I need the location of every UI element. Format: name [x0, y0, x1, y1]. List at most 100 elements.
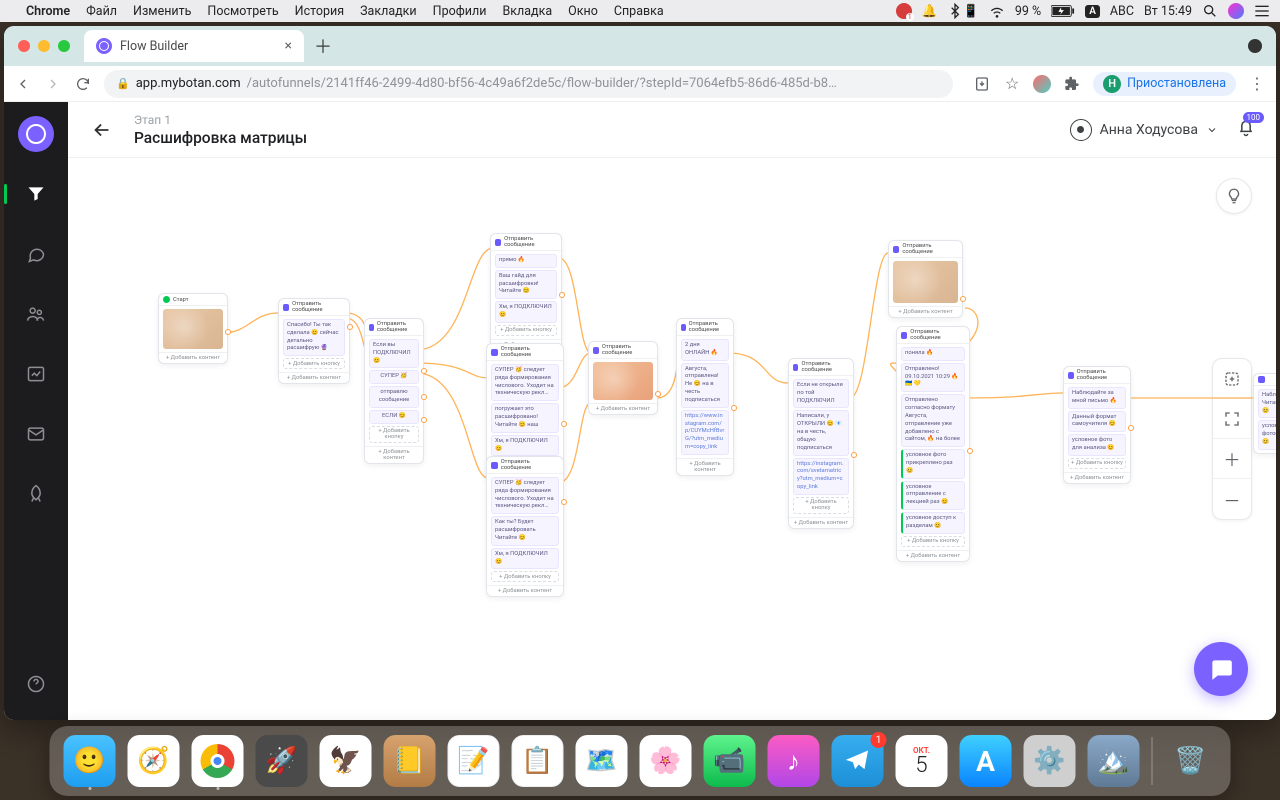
node-add-content[interactable]: + Добавить контент [487, 585, 563, 596]
intercom-fab[interactable] [1194, 642, 1248, 696]
tabstrip-overflow-icon[interactable] [1248, 39, 1262, 53]
spotlight-icon[interactable] [1202, 3, 1218, 19]
flow-node[interactable]: Отправить сообщение 2 дня ОНЛАЙН 🔥 Авгус… [676, 318, 734, 476]
sidebar-item-launch[interactable] [18, 476, 54, 512]
dock-music-icon[interactable]: ♪ [768, 735, 820, 787]
flow-node[interactable]: Отправить сообщение прямо 🔥 Ваш гайд для… [490, 233, 562, 351]
node-add-content[interactable]: + Добавить контент [159, 352, 227, 363]
dock-safari-icon[interactable]: 🧭 [128, 735, 180, 787]
status-notification-icon[interactable]: 🔔 [922, 4, 938, 19]
node-add-content[interactable]: + Добавить контент [365, 446, 423, 463]
tips-button[interactable] [1216, 178, 1252, 214]
dock-facetime-icon[interactable]: 📹 [704, 735, 756, 787]
flow-node[interactable]: Отправить сообщение Спасибо! Ты так сдел… [278, 298, 350, 384]
node-add-button[interactable]: + Добавить кнопку [491, 571, 559, 582]
bluetooth-icon[interactable]: 📱 [947, 3, 979, 19]
menu-tab[interactable]: Вкладка [502, 4, 552, 19]
node-add-button[interactable]: + Добавить кнопку [901, 536, 965, 547]
fullscreen-button[interactable] [1213, 399, 1251, 439]
notifications-button[interactable]: 100 [1236, 118, 1256, 142]
user-menu[interactable]: Анна Ходусова [1070, 119, 1218, 141]
node-add-content[interactable]: + Добавить контент [897, 550, 969, 561]
sidebar-item-help[interactable] [18, 666, 54, 702]
add-node-button[interactable] [1213, 359, 1251, 399]
dock-app-icon[interactable]: 🚀 [256, 735, 308, 787]
zoom-in-button[interactable]: ＋ [1213, 439, 1251, 479]
sidebar-item-funnel[interactable] [18, 176, 54, 212]
menu-profiles[interactable]: Профили [433, 4, 487, 19]
menu-edit[interactable]: Изменить [133, 4, 191, 19]
flow-node[interactable]: Отправить сообщение + Добавить контент [888, 240, 963, 318]
flow-node[interactable]: Отправить сообщение Наблюдайте за мной п… [1063, 366, 1131, 484]
menu-bookmarks[interactable]: Закладки [360, 4, 417, 19]
menu-window[interactable]: Окно [568, 4, 598, 19]
minimize-window-button[interactable] [38, 40, 50, 52]
zoom-out-button[interactable]: － [1213, 479, 1251, 519]
dock-chrome-icon[interactable] [192, 735, 244, 787]
back-button[interactable] [14, 75, 32, 93]
menu-file[interactable]: Файл [86, 4, 117, 19]
install-app-icon[interactable] [973, 75, 991, 93]
sidebar-item-mail[interactable] [18, 416, 54, 452]
clock[interactable]: Вт 15:49 [1144, 4, 1192, 19]
app-logo-icon[interactable] [18, 116, 54, 152]
node-add-content[interactable]: + Добавить контент [279, 372, 349, 383]
kebab-menu-icon[interactable]: ⋮ [1248, 75, 1266, 93]
siri-icon[interactable] [1228, 3, 1244, 19]
dock-telegram-icon[interactable]: 1 [832, 735, 884, 787]
flow-node[interactable]: Отправить сообщение + Добавить контент [588, 341, 658, 415]
dock-maps-icon[interactable]: 🗺️ [576, 735, 628, 787]
dock-trash-icon[interactable]: 🗑️ [1165, 735, 1217, 787]
flow-node-start[interactable]: Старт + Добавить контент [158, 293, 228, 364]
node-add-content[interactable]: + Добавить контент [677, 458, 733, 475]
node-add-button[interactable]: + Добавить кнопку [793, 497, 849, 514]
dock-photos-icon[interactable]: 🌸 [640, 735, 692, 787]
reload-button[interactable] [74, 75, 92, 93]
dock-finder-icon[interactable]: 🙂 [64, 735, 116, 787]
extensions-icon[interactable] [1063, 75, 1081, 93]
control-center-icon[interactable] [1254, 3, 1270, 19]
flow-node[interactable]: Отправить сообщение Если вы ПОДКЛЮЧИЛ 😊 … [364, 318, 424, 464]
dock-mail-icon[interactable]: 🦅 [320, 735, 372, 787]
menu-view[interactable]: Посмотреть [207, 4, 278, 19]
dock-contacts-icon[interactable]: 📒 [384, 735, 436, 787]
input-source-icon[interactable]: A [1085, 5, 1100, 18]
back-to-list-button[interactable] [88, 116, 116, 144]
address-bar[interactable]: 🔒 app.mybotan.com/autofunnels/2141ff46-2… [104, 70, 953, 98]
browser-tab[interactable]: Flow Builder × [84, 30, 304, 62]
profile-chip[interactable]: Н Приостановлена [1093, 72, 1236, 96]
flow-node[interactable]: Наблюдайте! Читайте 😊 условное фотографи… [1253, 373, 1276, 454]
menubar-app[interactable]: Chrome [26, 4, 70, 19]
close-window-button[interactable] [18, 40, 30, 52]
close-tab-button[interactable]: × [285, 38, 292, 54]
node-add-content[interactable]: + Добавить контент [889, 306, 962, 317]
node-add-content[interactable]: + Добавить контент [1064, 472, 1130, 483]
menu-help[interactable]: Справка [614, 4, 664, 19]
node-add-content[interactable]: + Добавить контент [789, 517, 853, 528]
flow-canvas[interactable]: ＋ － [68, 158, 1276, 720]
flow-node[interactable]: Отправить сообщение СУПЕР 🥳 следует ряда… [486, 456, 564, 597]
dock-settings-icon[interactable]: ⚙️ [1024, 735, 1076, 787]
sidebar-item-users[interactable] [18, 296, 54, 332]
flow-node[interactable]: Отправить сообщение поняла 🔥 Отправлено!… [896, 326, 970, 562]
forward-button[interactable] [44, 75, 62, 93]
dock-reminders-icon[interactable]: 📋 [512, 735, 564, 787]
dock-folder-icon[interactable]: 🏔️ [1088, 735, 1140, 787]
dock-notes-icon[interactable]: 📝 [448, 735, 500, 787]
node-add-button[interactable]: + Добавить кнопку [369, 426, 419, 443]
menu-history[interactable]: История [295, 4, 344, 19]
battery-icon[interactable] [1051, 5, 1075, 17]
flow-node[interactable]: Отправить сообщение Если не открыли по т… [788, 358, 854, 529]
bookmark-star-icon[interactable]: ☆ [1003, 75, 1021, 93]
wifi-icon[interactable] [989, 3, 1005, 19]
sidebar-item-analytics[interactable] [18, 356, 54, 392]
node-add-content[interactable]: + Добавить контент [589, 403, 657, 414]
fullscreen-window-button[interactable] [58, 40, 70, 52]
extension-cookie-icon[interactable] [1033, 75, 1051, 93]
dock-appstore-icon[interactable]: A [960, 735, 1012, 787]
node-add-button[interactable]: + Добавить кнопку [283, 358, 345, 369]
dock-calendar-icon[interactable]: ОКТ.5 [896, 735, 948, 787]
node-add-button[interactable]: + Добавить кнопку [1068, 458, 1126, 469]
status-app-icon[interactable]: 1 [896, 3, 912, 19]
new-tab-button[interactable]: ＋ [314, 33, 332, 59]
